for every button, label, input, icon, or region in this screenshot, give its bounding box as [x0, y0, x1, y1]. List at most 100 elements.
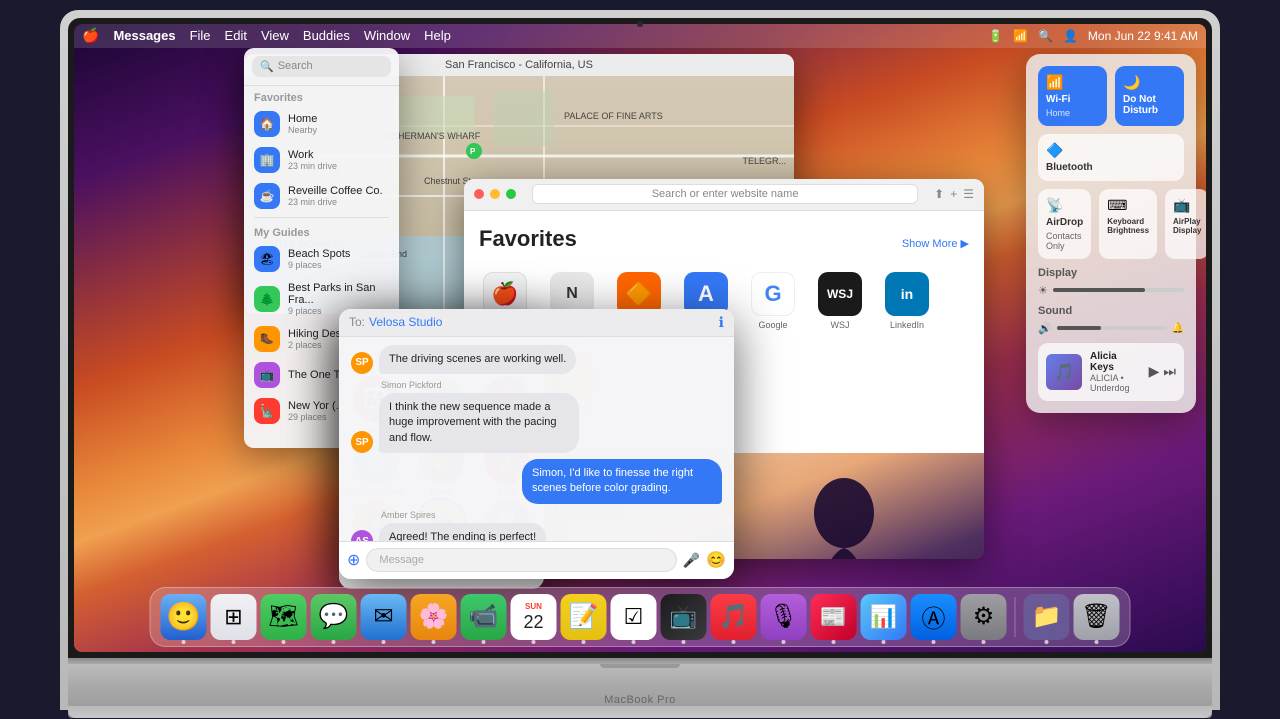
settings-dock-icon: ⚙: [973, 602, 995, 631]
info-button[interactable]: ℹ: [719, 314, 724, 331]
cc-airdrop-tile[interactable]: 📡 AirDrop Contacts Only: [1038, 189, 1091, 259]
trash-dock-icon: 🗑: [1081, 602, 1111, 631]
beach-name: Beach Spots: [288, 248, 350, 260]
coffee-name: Reveille Coffee Co.: [288, 185, 383, 197]
calendar-day: 22: [513, 612, 555, 633]
dock-news[interactable]: 📰: [811, 594, 857, 640]
emoji-icon[interactable]: 😊: [706, 550, 726, 570]
dock-reminders[interactable]: ☑: [611, 594, 657, 640]
menu-bar-right: 🔋 📶 🔍 👤 Mon Jun 22 9:41 AM: [988, 29, 1198, 43]
brightness-slider[interactable]: [1053, 288, 1184, 292]
ny-name: New Yor (...: [288, 400, 345, 412]
svg-text:P: P: [470, 147, 476, 156]
browser-add-tab-icon[interactable]: +: [950, 187, 957, 201]
search-icon[interactable]: 🔍: [1038, 29, 1053, 43]
browser-share-icon[interactable]: ⬆: [934, 187, 944, 201]
wifi-icon: 📶: [1013, 29, 1028, 43]
fav-wsj-icon: WSJ: [818, 272, 862, 316]
messages-to-bar: To: Velosa Studio: [349, 315, 442, 329]
skip-forward-icon[interactable]: ⏭: [1163, 363, 1176, 380]
facetime-dock-icon: 📹: [469, 602, 499, 631]
macbook-hinge: [68, 658, 1212, 664]
dock-mail[interactable]: ✉: [361, 594, 407, 640]
maps-dock-icon: 🗺: [268, 602, 298, 631]
dock-trash[interactable]: 🗑: [1074, 594, 1120, 640]
dock-tv[interactable]: 📺: [661, 594, 707, 640]
dock-settings[interactable]: ⚙: [961, 594, 1007, 640]
work-name: Work: [288, 149, 337, 161]
menu-edit[interactable]: Edit: [225, 28, 247, 43]
macbook-speaker-notch: [600, 664, 680, 668]
sound-extra-icon: 🔔: [1172, 323, 1184, 334]
dock-music[interactable]: 🎵: [711, 594, 757, 640]
maps-search-placeholder: Search: [278, 60, 313, 72]
dock-notes[interactable]: 📝: [561, 594, 607, 640]
app-name-menu[interactable]: Messages: [113, 28, 175, 43]
maps-search-box[interactable]: 🔍 Search: [252, 56, 391, 77]
cc-dnd-tile[interactable]: 🌙 Do Not Disturb: [1115, 66, 1184, 126]
dock-podcasts[interactable]: 🎙: [761, 594, 807, 640]
menu-bar-left: 🍎 Messages File Edit View Buddies Window…: [82, 27, 451, 44]
cc-wifi-tile[interactable]: 📶 Wi-Fi Home: [1038, 66, 1107, 126]
cc-kb-tile[interactable]: ⌨ Keyboard Brightness: [1099, 189, 1157, 259]
search-icon: 🔍: [260, 60, 274, 73]
maps-fav-coffee[interactable]: ☕ Reveille Coffee Co. 23 min drive: [244, 178, 399, 214]
fav-wsj-label: WSJ: [831, 320, 850, 330]
browser-sidebar-icon[interactable]: ☰: [963, 187, 974, 201]
apps-icon[interactable]: ⊕: [347, 550, 360, 570]
dnd-tile-icon: 🌙: [1123, 74, 1176, 91]
show-more-link[interactable]: Show More ▶: [902, 237, 969, 250]
sp-avatar-1: SP: [351, 352, 373, 374]
dock-numbers[interactable]: 📊: [861, 594, 907, 640]
dock-files[interactable]: 📁: [1024, 594, 1070, 640]
cc-bluetooth-tile[interactable]: 🔷 Bluetooth: [1038, 134, 1184, 181]
maps-fav-home[interactable]: 🏠 Home Nearby: [244, 106, 399, 142]
kb-tile-icon: ⌨: [1107, 197, 1149, 214]
menu-window[interactable]: Window: [364, 28, 410, 43]
playback-controls[interactable]: ▶ ⏭: [1149, 363, 1176, 380]
guides-section-title: My Guides: [244, 221, 399, 241]
fav-linkedin[interactable]: in LinkedIn: [881, 272, 933, 340]
display-label: Display: [1038, 267, 1184, 279]
volume-slider[interactable]: [1057, 326, 1167, 330]
browser-minimize[interactable]: [490, 189, 500, 199]
dock-facetime[interactable]: 📹: [461, 594, 507, 640]
song-info: Alicia Keys ALICIA • Underdog: [1090, 351, 1141, 393]
message-input[interactable]: Message: [366, 548, 676, 572]
dock-appstore[interactable]: Ⓐ: [911, 594, 957, 640]
maps-fav-work[interactable]: 🏢 Work 23 min drive: [244, 142, 399, 178]
screen-bezel: 🍎 Messages File Edit View Buddies Window…: [68, 18, 1212, 658]
finder-icon: 🙂: [166, 600, 201, 633]
dock-maps[interactable]: 🗺: [261, 594, 307, 640]
music-dock-icon: 🎵: [719, 602, 749, 631]
bluetooth-tile-icon: 🔷: [1046, 142, 1176, 159]
browser-close[interactable]: [474, 189, 484, 199]
parks-name: Best Parks in San Fra...: [288, 282, 389, 306]
fav-wsj[interactable]: WSJ WSJ: [814, 272, 866, 340]
cc-wifi-title: Wi-Fi: [1046, 94, 1099, 105]
menu-help[interactable]: Help: [424, 28, 451, 43]
cc-airplay-tile[interactable]: 📺 AirPlay Display: [1165, 189, 1206, 259]
notes-dock-icon: 📝: [569, 602, 599, 631]
apple-menu[interactable]: 🍎: [82, 27, 99, 44]
menu-view[interactable]: View: [261, 28, 289, 43]
play-pause-icon[interactable]: ▶: [1149, 363, 1160, 380]
dock-finder[interactable]: 🙂: [161, 594, 207, 640]
menu-file[interactable]: File: [190, 28, 211, 43]
user-icon[interactable]: 👤: [1063, 29, 1078, 43]
dock-launchpad[interactable]: ⊞: [211, 594, 257, 640]
fav-google[interactable]: G Google: [747, 272, 799, 340]
display-slider-row: ☀: [1038, 284, 1184, 297]
browser-url-bar[interactable]: Search or enter website name: [532, 184, 918, 204]
audio-icon[interactable]: 🎤: [683, 552, 700, 569]
dock-calendar[interactable]: SUN 22: [511, 594, 557, 640]
as-avatar: AS: [351, 530, 373, 540]
messages-input-bar: ⊕ Message 🎤 😊: [339, 541, 734, 579]
dock-messages[interactable]: 💬: [311, 594, 357, 640]
hiking-icon: 🥾: [254, 326, 280, 352]
browser-maximize[interactable]: [506, 189, 516, 199]
menu-buddies[interactable]: Buddies: [303, 28, 350, 43]
parks-icon: 🌲: [254, 286, 280, 312]
dock-photos[interactable]: 🌸: [411, 594, 457, 640]
maps-guide-beach[interactable]: 🏖 Beach Spots 9 places: [244, 241, 399, 277]
